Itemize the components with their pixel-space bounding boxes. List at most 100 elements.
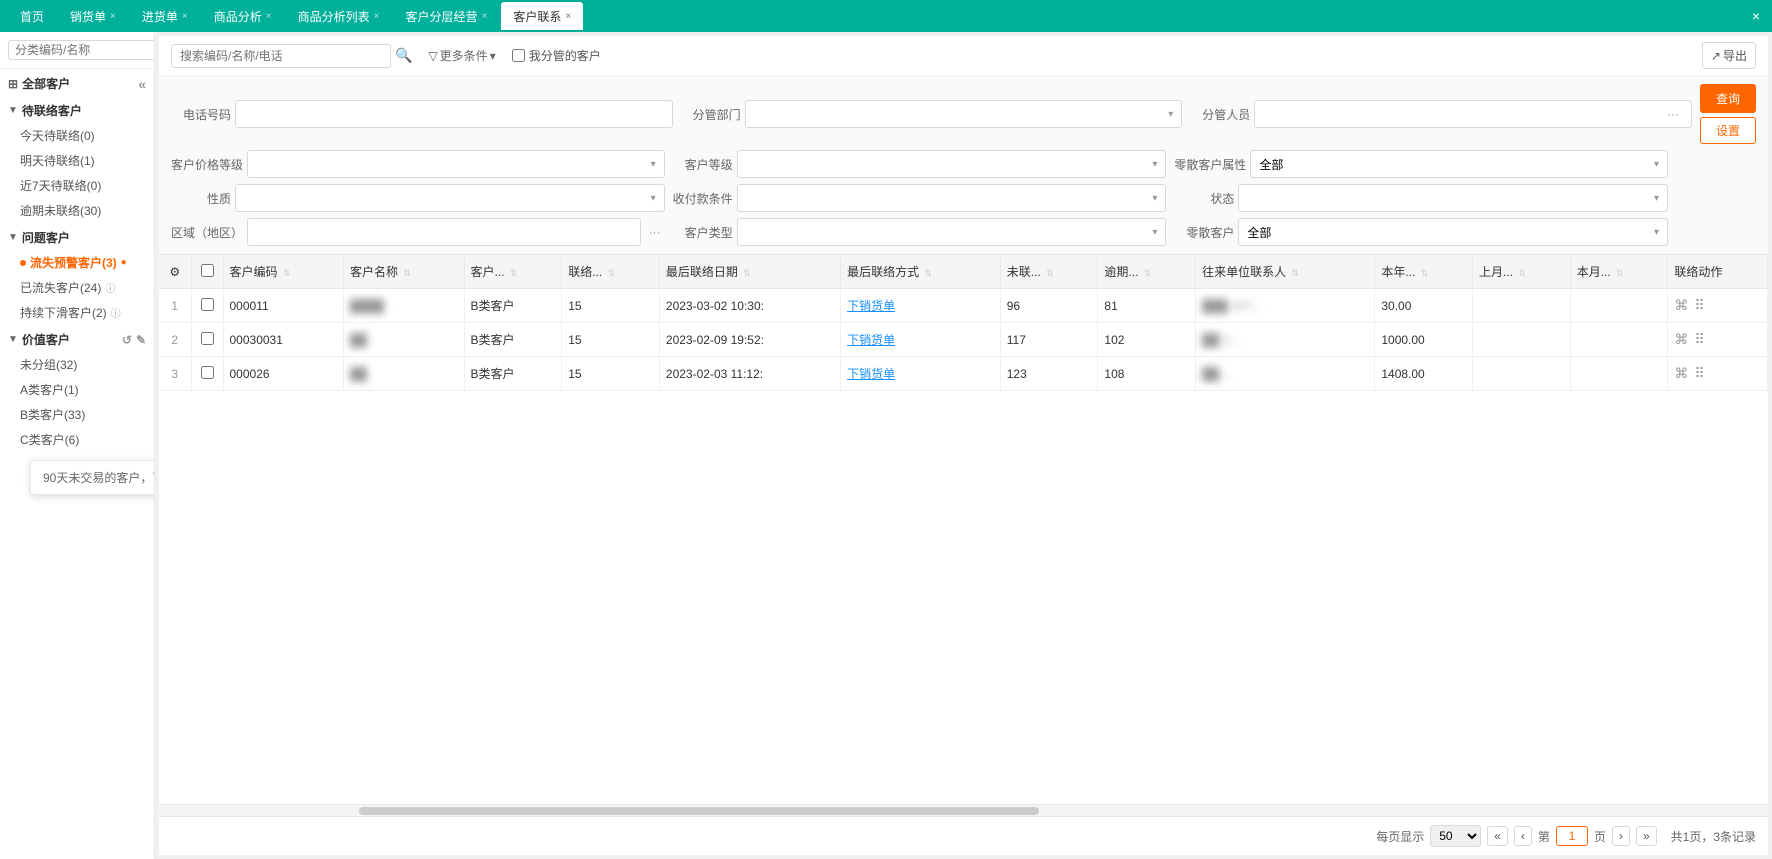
filter-field-retail-customer: 零散客户 全部 ▾ — [1174, 218, 1668, 246]
filter-select-payment[interactable]: ▾ — [737, 184, 1167, 212]
last-page-btn[interactable]: » — [1636, 826, 1657, 846]
first-page-btn[interactable]: « — [1487, 826, 1508, 846]
sidebar-item-class-b[interactable]: B类客户(33) — [0, 402, 154, 427]
row-checkbox-0[interactable] — [191, 289, 223, 323]
col-last-month[interactable]: 上月... ⇅ — [1473, 255, 1571, 289]
filter-input-region[interactable] — [247, 218, 641, 246]
col-not-contacted[interactable]: 未联... ⇅ — [1000, 255, 1098, 289]
row-checkbox-1[interactable] — [191, 323, 223, 357]
prev-page-btn[interactable]: ‹ — [1514, 826, 1532, 846]
sidebar-group-value-title[interactable]: ▼ 价值客户 ↺ ✎ — [0, 327, 154, 352]
action-contact-icon-2[interactable]: ⌘ — [1674, 365, 1688, 382]
col-customer-code[interactable]: 客户编码 ⇅ — [223, 255, 344, 289]
export-btn[interactable]: ↗ 导出 — [1702, 42, 1756, 69]
filter-select-person[interactable]: ··· — [1254, 100, 1692, 128]
filter-select-nature[interactable]: ▾ — [235, 184, 665, 212]
action-more-icon-1[interactable]: ⠿ — [1694, 331, 1704, 348]
filter-select-status[interactable]: ▾ — [1238, 184, 1668, 212]
tab-goods-analysis[interactable]: 商品分析 × — [202, 2, 284, 30]
action-more-icon-0[interactable]: ⠿ — [1694, 297, 1704, 314]
filter-search-icon[interactable]: 🔍 — [395, 47, 412, 64]
col-overdue[interactable]: 逾期... ⇅ — [1098, 255, 1196, 289]
filter-select-retail-customer[interactable]: 全部 ▾ — [1238, 218, 1668, 246]
col-contact-person[interactable]: 往来单位联系人 ⇅ — [1196, 255, 1375, 289]
row-last-method-2[interactable]: 下销货单 — [841, 357, 1001, 391]
col-customer-name[interactable]: 客户名称 ⇅ — [344, 255, 465, 289]
sidebar-item-declining[interactable]: 持续下滑客户(2) ⓘ — [0, 300, 154, 325]
tab-home[interactable]: 首页 — [8, 2, 56, 30]
filter-dots-region[interactable]: ··· — [645, 225, 665, 239]
chevron-down-nature-icon: ▾ — [651, 193, 656, 204]
scroll-bar-area[interactable] — [159, 804, 1768, 816]
col-contact[interactable]: 联络... ⇅ — [562, 255, 660, 289]
action-more-icon-2[interactable]: ⠿ — [1694, 365, 1704, 382]
col-last-contact-method[interactable]: 最后联络方式 ⇅ — [841, 255, 1001, 289]
tab-goods-analysis-list[interactable]: 商品分析列表 × — [286, 2, 392, 30]
my-customers-checkbox[interactable] — [512, 49, 525, 62]
filter-select-dept[interactable]: ▾ — [745, 100, 1183, 128]
tab-customer-segment[interactable]: 客户分层经营 × — [393, 2, 499, 30]
action-contact-icon-0[interactable]: ⌘ — [1674, 297, 1688, 314]
horizontal-scrollbar[interactable] — [359, 807, 1039, 815]
my-customers-checkbox-label[interactable]: 我分管的客户 — [512, 47, 601, 64]
col-checkbox[interactable] — [191, 255, 223, 289]
filter-input-phone[interactable] — [235, 100, 673, 128]
sidebar-item-churned[interactable]: 已流失客户(24) ⓘ — [0, 275, 154, 300]
pagination-bar: 每页显示 50 100 « ‹ 第 页 › » 共1页，3条记录 — [159, 816, 1768, 855]
current-page-input[interactable] — [1556, 826, 1588, 846]
row-contact-person-2: ██... — [1196, 357, 1375, 391]
close-customer-contact-tab[interactable]: × — [565, 11, 571, 22]
sidebar-item-overdue[interactable]: 逾期未联络(30) — [0, 198, 154, 223]
filter-right-actions: ↗ 导出 — [1702, 42, 1756, 69]
close-sales-tab[interactable]: × — [110, 11, 116, 22]
close-goods-analysis-tab[interactable]: × — [266, 11, 272, 22]
row-check-1[interactable] — [201, 332, 214, 345]
close-all-tabs[interactable]: × — [1748, 4, 1764, 28]
row-check-2[interactable] — [201, 366, 214, 379]
row-check-0[interactable] — [201, 298, 214, 311]
next-page-btn[interactable]: › — [1612, 826, 1630, 846]
sidebar-group-pending: ▼ 待联络客户 今天待联络(0) 明天待联络(1) 近7天待联络(0) 逾期未联… — [0, 98, 154, 223]
close-customer-segment-tab[interactable]: × — [481, 11, 487, 22]
refresh-icon[interactable]: ↺ — [122, 333, 132, 347]
filter-select-retail-attr[interactable]: 全部 ▾ — [1250, 150, 1668, 178]
action-contact-icon-1[interactable]: ⌘ — [1674, 331, 1688, 348]
filter-select-price-grade[interactable]: ▾ — [247, 150, 665, 178]
filter-dots-person[interactable]: ··· — [1663, 107, 1683, 121]
edit-icon[interactable]: ✎ — [136, 333, 146, 347]
sidebar-search-input[interactable] — [8, 40, 155, 60]
sidebar-item-ungraded[interactable]: 未分组(32) — [0, 352, 154, 377]
settings-btn[interactable]: 设置 — [1700, 117, 1756, 144]
col-this-month[interactable]: 本月... ⇅ — [1570, 255, 1668, 289]
sidebar-collapse-btn[interactable]: « — [138, 76, 146, 92]
more-conditions-btn[interactable]: ▽ 更多条件 ▾ — [420, 43, 503, 68]
sidebar-item-tomorrow[interactable]: 明天待联络(1) — [0, 148, 154, 173]
sidebar-group-problem-title[interactable]: ▼ 问题客户 — [0, 225, 154, 250]
row-last-method-0[interactable]: 下销货单 — [841, 289, 1001, 323]
sidebar-group-pending-title[interactable]: ▼ 待联络客户 — [0, 98, 154, 123]
col-settings[interactable]: ⚙ — [159, 255, 191, 289]
sidebar-item-7days[interactable]: 近7天待联络(0) — [0, 173, 154, 198]
sidebar-item-churn-warning[interactable]: 流失预警客户(3) ● — [0, 250, 154, 275]
col-this-year[interactable]: 本年... ⇅ — [1375, 255, 1473, 289]
sidebar-item-today[interactable]: 今天待联络(0) — [0, 123, 154, 148]
col-last-contact-date[interactable]: 最后联络日期 ⇅ — [659, 255, 840, 289]
sidebar-item-class-a[interactable]: A类客户(1) — [0, 377, 154, 402]
filter-select-grade[interactable]: ▾ — [737, 150, 1167, 178]
close-goods-analysis-list-tab[interactable]: × — [374, 11, 380, 22]
query-btn[interactable]: 查询 — [1700, 84, 1756, 113]
row-last-method-1[interactable]: 下销货单 — [841, 323, 1001, 357]
tab-customer-contact[interactable]: 客户联系 × — [501, 2, 583, 30]
row-last-month-1 — [1473, 323, 1571, 357]
sidebar-item-class-c[interactable]: C类客户(6) — [0, 427, 154, 452]
col-customer-type[interactable]: 客户... ⇅ — [464, 255, 562, 289]
filter-search-input[interactable] — [171, 44, 391, 68]
tab-purchase[interactable]: 进货单 × — [130, 2, 200, 30]
page-size-select[interactable]: 50 100 — [1430, 825, 1481, 847]
filter-select-customer-type[interactable]: ▾ — [737, 218, 1167, 246]
row-checkbox-2[interactable] — [191, 357, 223, 391]
tab-sales[interactable]: 销货单 × — [58, 2, 128, 30]
sidebar-all-customers[interactable]: ⊞ 全部客户 « — [0, 69, 154, 98]
select-all-checkbox[interactable] — [201, 264, 214, 277]
close-purchase-tab[interactable]: × — [182, 11, 188, 22]
